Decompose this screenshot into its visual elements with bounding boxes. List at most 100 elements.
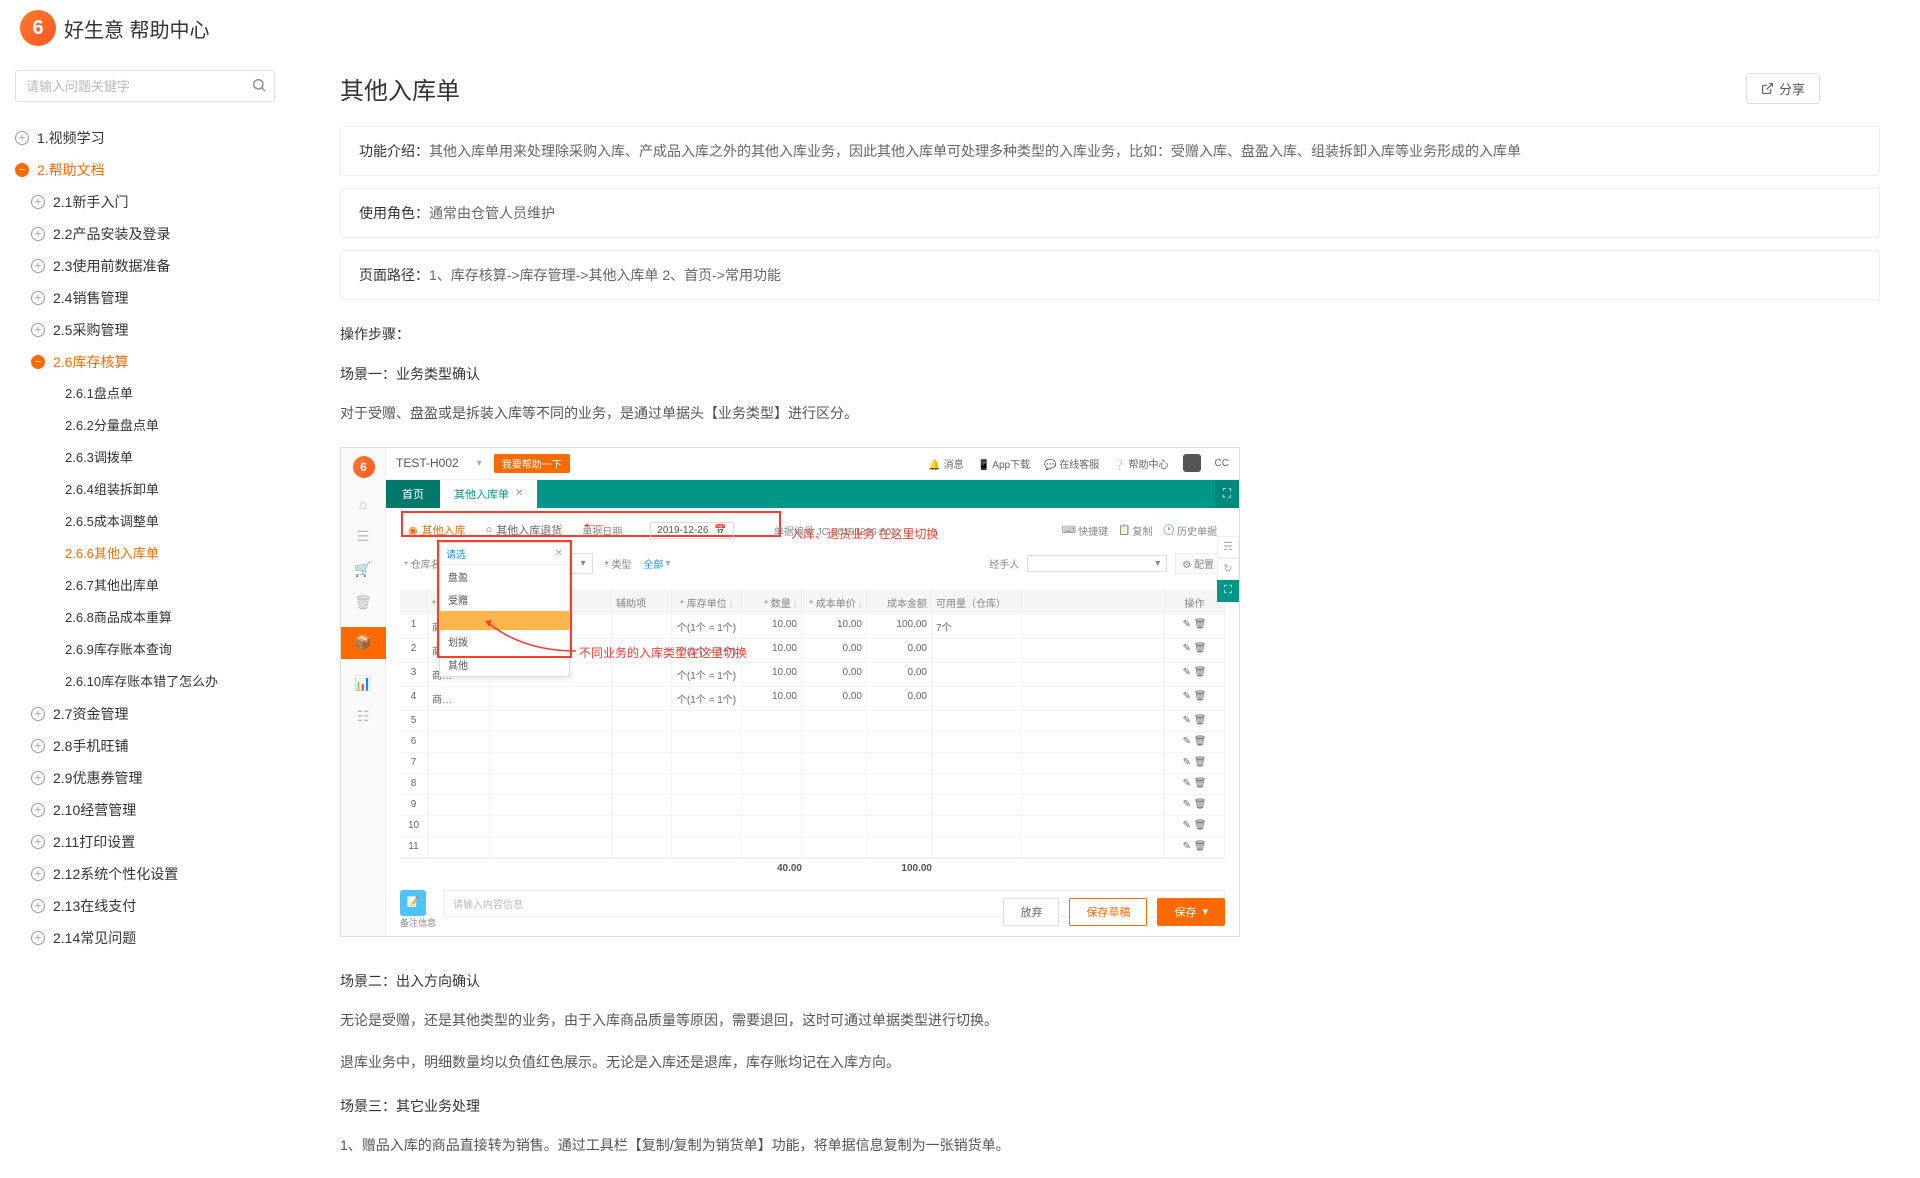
mock-dd-option: 受赠 — [440, 588, 569, 611]
brand[interactable]: 6 好生意 帮助中心 — [20, 10, 210, 46]
stats-icon: 📊 — [354, 675, 371, 692]
search-wrap — [15, 70, 275, 102]
mock-type-label: 类型 — [605, 556, 632, 571]
mock-topbar: TEST-H002 ▾ 我要帮助一下 🔔 消息 📱 App下载 💬 在线客服 ❔… — [386, 448, 1239, 480]
scene-2-title: 场景二：出入方向确认 — [340, 967, 1880, 995]
search-input[interactable] — [15, 70, 275, 102]
scene-1-text: 对于受赠、盘盈或是拆装入库等不同的业务，是通过单据头【业务类型】进行区分。 — [340, 400, 1880, 427]
chevron-down-icon: ▾ — [477, 458, 482, 469]
nav-2-4[interactable]: +2.4销售管理 — [15, 282, 275, 314]
nav-2-6-3[interactable]: 2.6.3调拨单 — [15, 442, 275, 474]
mock-help-link: ❔ 帮助中心 — [1113, 456, 1168, 471]
nav-2-6-1[interactable]: 2.6.1盘点单 — [15, 378, 275, 410]
nav-2-14[interactable]: +2.14常见问题 — [15, 922, 275, 954]
mock-date-picker: 2019-12-26📅 — [650, 522, 734, 539]
mock-config-button: ⚙ 配置 — [1175, 553, 1221, 574]
nav-2-1[interactable]: +2.1新手入门 — [15, 186, 275, 218]
right-tab-icon: ⛶ — [1217, 580, 1239, 602]
mock-username: CC — [1215, 458, 1229, 469]
plus-icon: + — [15, 131, 29, 145]
nav-2-11[interactable]: +2.11打印设置 — [15, 826, 275, 858]
mock-radio-out: 其他入库退货 — [486, 522, 563, 538]
share-button[interactable]: 分享 — [1746, 73, 1820, 104]
brand-logo-icon: 6 — [20, 10, 56, 46]
mock-download-link: 📱 App下载 — [978, 456, 1030, 471]
table-row: 9✎ 🗑 — [400, 795, 1225, 816]
search-icon[interactable] — [251, 77, 267, 96]
plus-icon: + — [31, 259, 45, 273]
trash-icon: 🗑 — [354, 594, 372, 611]
role-card: 使用角色：通常由仓管人员维护 — [340, 188, 1880, 238]
share-icon — [1761, 82, 1774, 95]
minus-icon: − — [15, 163, 29, 177]
archive-icon: 📦 — [341, 627, 386, 659]
nav-2-6-9[interactable]: 2.6.9库存账本查询 — [15, 634, 275, 666]
right-tab-icon: ☴ — [1217, 536, 1239, 558]
plus-icon: + — [31, 771, 45, 785]
expand-icon: ⛶ — [1215, 480, 1239, 508]
plus-icon: + — [31, 195, 45, 209]
mock-draft-button: 保存草稿 — [1069, 898, 1147, 926]
nav-2-6-10[interactable]: 2.6.10库存账本错了怎么办 — [15, 666, 275, 698]
chevron-down-icon: ▾ — [1155, 558, 1160, 569]
scene-3-text-1: 1、赠品入库的商品直接转为销售。通过工具栏【复制/复制为销货单】功能，将单据信息… — [340, 1132, 1880, 1159]
chevron-down-icon: ▾ — [581, 558, 586, 569]
plus-icon: + — [31, 899, 45, 913]
plus-icon: + — [31, 867, 45, 881]
mock-type-dropdown: 请选✕ 盘盈 受赠 划拨 其他 — [439, 542, 570, 677]
nav-l1-video[interactable]: +1.视频学习 — [15, 122, 275, 154]
plus-icon: + — [31, 803, 45, 817]
table-row: 6✎ 🗑 — [400, 732, 1225, 753]
menu-icon: ☷ — [357, 708, 370, 725]
scene-2-text-1: 无论是受赠，还是其他类型的业务，由于入库商品质量等原因，需要退回，这时可通过单据… — [340, 1007, 1880, 1034]
scene-3-title: 场景三：其它业务处理 — [340, 1092, 1880, 1120]
nav-2-5[interactable]: +2.5采购管理 — [15, 314, 275, 346]
mock-service-link: 💬 在线客服 — [1044, 456, 1099, 471]
function-intro-card: 功能介绍：其他入库单用来处理除采购入库、产成品入库之外的其他入库业务，因此其他入… — [340, 126, 1880, 176]
mock-radio-in: 其他入库 — [408, 522, 466, 538]
mock-copy-link: 📋 复制 — [1118, 523, 1152, 538]
plus-icon: + — [31, 227, 45, 241]
table-row: 8✎ 🗑 — [400, 774, 1225, 795]
scene-2-text-2: 退库业务中，明细数量均以负值红色展示。无论是入库还是退库，库存账均记在入库方向。 — [340, 1049, 1880, 1076]
scene-1-title: 场景一：业务类型确认 — [340, 360, 1880, 388]
annotation-arrow-2-icon — [481, 616, 581, 656]
nav-2-6-8[interactable]: 2.6.8商品成本重算 — [15, 602, 275, 634]
minus-icon: − — [31, 355, 45, 369]
table-row: 11✎ 🗑 — [400, 837, 1225, 858]
nav-tree: +1.视频学习 −2.帮助文档 +2.1新手入门 +2.2产品安装及登录 +2.… — [15, 122, 275, 954]
mock-dd-option: 其他 — [440, 653, 569, 676]
table-row: 7✎ 🗑 — [400, 753, 1225, 774]
nav-2-10[interactable]: +2.10经营管理 — [15, 794, 275, 826]
nav-2-7[interactable]: +2.7资金管理 — [15, 698, 275, 730]
nav-2-6-5[interactable]: 2.6.5成本调整单 — [15, 506, 275, 538]
nav-2-13[interactable]: +2.13在线支付 — [15, 890, 275, 922]
mock-dd-option: 盘盈 — [440, 565, 569, 588]
mock-account: TEST-H002 — [396, 456, 459, 470]
mock-handler-label: 经手人 — [989, 556, 1019, 571]
mock-cancel-button: 放弃 — [1003, 898, 1059, 926]
nav-2-8[interactable]: +2.8手机旺铺 — [15, 730, 275, 762]
nav-2-3[interactable]: +2.3使用前数据准备 — [15, 250, 275, 282]
nav-2-12[interactable]: +2.12系统个性化设置 — [15, 858, 275, 890]
mock-msg-link: 🔔 消息 — [928, 456, 963, 471]
mock-doc-no: 单据编号 JC-20191226-001 — [774, 523, 897, 538]
plus-icon: + — [31, 707, 45, 721]
nav-2-2[interactable]: +2.2产品安装及登录 — [15, 218, 275, 250]
nav-2-6-7[interactable]: 2.6.7其他出库单 — [15, 570, 275, 602]
ops-label: 操作步骤： — [340, 320, 1880, 348]
calendar-icon: 📅 — [714, 525, 726, 536]
nav-2-6-4[interactable]: 2.6.4组装拆卸单 — [15, 474, 275, 506]
right-tab-icon: ↻ — [1217, 558, 1239, 580]
mock-shortcut-link: ⌨ 快捷键 — [1062, 523, 1108, 538]
close-icon: ✕ — [515, 488, 523, 499]
nav-2-9[interactable]: +2.9优惠券管理 — [15, 762, 275, 794]
nav-l1-docs[interactable]: −2.帮助文档 — [15, 154, 275, 186]
annotation-text-2: 不同业务的入库类型在这里切换 — [579, 644, 747, 661]
table-row: 4商…个(1个 = 1个)10.000.000.00✎ 🗑 — [400, 687, 1225, 711]
nav-2-6-6[interactable]: 2.6.6其他入库单 — [15, 538, 275, 570]
nav-2-6[interactable]: −2.6库存核算 — [15, 346, 275, 378]
nav-2-6-2[interactable]: 2.6.2分量盘点单 — [15, 410, 275, 442]
mock-sidebar: 6 ⌂ ☰ 🛒 🗑 📦 📊 ☷ — [341, 448, 386, 936]
path-card: 页面路径：1、库存核算->库存管理->其他入库单 2、首页->常用功能 — [340, 250, 1880, 300]
